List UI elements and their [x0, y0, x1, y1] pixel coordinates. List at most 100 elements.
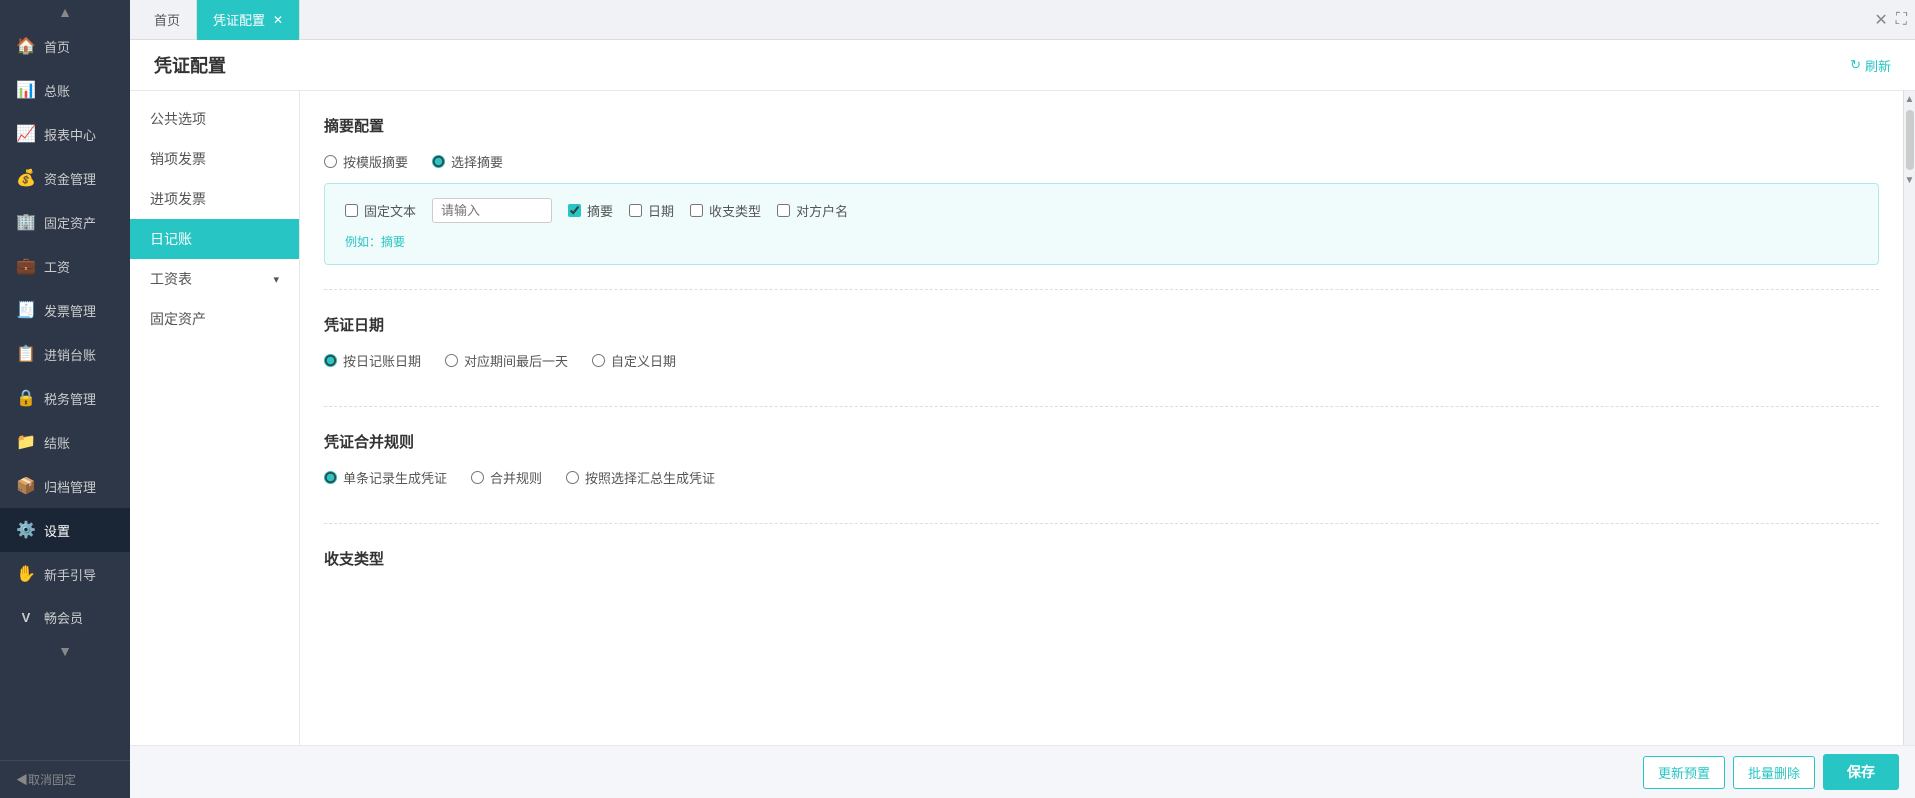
merge-rule-label: 合并规则: [490, 468, 542, 487]
tab-bar: 首页 凭证配置 ✕ ✕ ⛶: [130, 0, 1915, 40]
sidebar-scroll-down[interactable]: ▼: [0, 639, 130, 663]
left-nav-item-payroll-label: 工资表: [150, 269, 192, 289]
counterpart-label: 对方户名: [796, 201, 848, 220]
select-merge-radio[interactable]: [566, 471, 579, 484]
income-type-section-title: 收支类型: [324, 548, 1879, 569]
sidebar-unpin[interactable]: ◀取消固定: [0, 760, 130, 798]
voucher-date-radio-group: 按日记账日期 对应期间最后一天 自定义日期: [324, 351, 1879, 370]
tab-close-icon[interactable]: ✕: [273, 13, 283, 27]
scroll-thumb[interactable]: [1906, 110, 1914, 170]
single-record-radio-label[interactable]: 单条记录生成凭证: [324, 468, 447, 487]
summary-checkbox[interactable]: [568, 204, 581, 217]
left-nav-item-fixed-assets[interactable]: 固定资产: [130, 299, 299, 339]
select-summary-radio[interactable]: [432, 155, 445, 168]
summary-radio-group: 按模版摘要 选择摘要: [324, 152, 1879, 171]
sidebar-item-salary[interactable]: 💼 工资: [0, 244, 130, 288]
last-day-radio[interactable]: [445, 354, 458, 367]
left-nav-item-journal-label: 日记账: [150, 229, 192, 249]
update-preview-button[interactable]: 更新预置: [1643, 756, 1725, 789]
template-summary-radio-label[interactable]: 按模版摘要: [324, 152, 408, 171]
income-type-checkbox-label[interactable]: 收支类型: [690, 201, 761, 220]
summary-label: 摘要: [587, 201, 613, 220]
journal-date-radio[interactable]: [324, 354, 337, 367]
tab-close-window-button[interactable]: ✕: [1874, 10, 1887, 30]
sidebar-item-home[interactable]: 🏠 首页: [0, 24, 130, 68]
sidebar-item-invoice-mgmt[interactable]: 🧾 发票管理: [0, 288, 130, 332]
page-header: 凭证配置 ↻ 刷新: [130, 40, 1915, 91]
voucher-date-title: 凭证日期: [324, 314, 1879, 335]
date-checkbox-label[interactable]: 日期: [629, 201, 674, 220]
left-nav-item-purchase-invoice[interactable]: 进项发票: [130, 179, 299, 219]
income-type-checkbox[interactable]: [690, 204, 703, 217]
sidebar-item-member[interactable]: V 畅会员: [0, 596, 130, 639]
select-summary-radio-label[interactable]: 选择摘要: [432, 152, 503, 171]
scroll-up-arrow[interactable]: ▲: [1904, 91, 1915, 108]
select-merge-radio-label[interactable]: 按照选择汇总生成凭证: [566, 468, 715, 487]
fixed-text-checkbox-label[interactable]: 固定文本: [345, 201, 416, 220]
sidebar-item-label: 固定资产: [44, 213, 96, 232]
custom-date-radio-label[interactable]: 自定义日期: [592, 351, 676, 370]
home-icon: 🏠: [16, 36, 36, 56]
tab-home-label: 首页: [154, 10, 180, 29]
archive-icon: 📦: [16, 476, 36, 496]
sidebar-item-label: 报表中心: [44, 125, 96, 144]
counterpart-checkbox[interactable]: [777, 204, 790, 217]
tab-expand-button[interactable]: ⛶: [1896, 11, 1907, 29]
left-nav-item-sales-invoice[interactable]: 销项发票: [130, 139, 299, 179]
sidebar-item-label: 进销台账: [44, 345, 96, 364]
single-record-radio[interactable]: [324, 471, 337, 484]
salary-icon: 💼: [16, 256, 36, 276]
summary-example: 例如：摘要: [345, 233, 1858, 250]
sidebar-item-archive[interactable]: 📦 归档管理: [0, 464, 130, 508]
left-nav-item-public[interactable]: 公共选项: [130, 99, 299, 139]
refresh-button[interactable]: ↻ 刷新: [1850, 56, 1891, 75]
template-summary-label: 按模版摘要: [343, 152, 408, 171]
page-title: 凭证配置: [154, 52, 226, 78]
save-button[interactable]: 保存: [1823, 754, 1899, 790]
tab-voucher-config-label: 凭证配置: [213, 10, 265, 29]
custom-date-radio[interactable]: [592, 354, 605, 367]
sidebar-item-purchase-ledger[interactable]: 📋 进销台账: [0, 332, 130, 376]
refresh-label: 刷新: [1865, 56, 1891, 75]
scroll-down-arrow[interactable]: ▼: [1904, 172, 1915, 189]
journal-date-radio-label[interactable]: 按日记账日期: [324, 351, 421, 370]
counterpart-checkbox-label[interactable]: 对方户名: [777, 201, 848, 220]
sidebar-item-settings[interactable]: ⚙️ 设置: [0, 508, 130, 552]
sidebar-item-tax[interactable]: 🔒 税务管理: [0, 376, 130, 420]
fixed-text-label: 固定文本: [364, 201, 416, 220]
sidebar: ▲ 🏠 首页 📊 总账 📈 报表中心 💰 资金管理 🏢 固定资产 💼 工资 🧾 …: [0, 0, 130, 798]
sidebar-item-assets[interactable]: 🏢 固定资产: [0, 200, 130, 244]
tab-home[interactable]: 首页: [138, 0, 197, 40]
sidebar-item-ledger[interactable]: 📊 总账: [0, 68, 130, 112]
sidebar-item-label: 归档管理: [44, 477, 96, 496]
fixed-text-checkbox[interactable]: [345, 204, 358, 217]
summary-config-box: 固定文本 摘要 日期 收支类型: [324, 183, 1879, 265]
merge-rule-section: 凭证合并规则 单条记录生成凭证 合并规则 按照选择汇总生成凭证: [324, 431, 1879, 524]
tab-voucher-config[interactable]: 凭证配置 ✕: [197, 0, 300, 40]
left-nav-item-payroll[interactable]: 工资表 ▾: [130, 259, 299, 299]
batch-delete-button[interactable]: 批量删除: [1733, 756, 1815, 789]
merge-rule-radio-label-opt[interactable]: 合并规则: [471, 468, 542, 487]
income-type-section: 收支类型: [324, 548, 1879, 609]
member-icon: V: [16, 610, 36, 625]
sidebar-scroll-up[interactable]: ▲: [0, 0, 130, 24]
chevron-down-icon: ▾: [273, 273, 279, 286]
sidebar-item-guide[interactable]: ✋ 新手引导: [0, 552, 130, 596]
content-layout: 公共选项 销项发票 进项发票 日记账 工资表 ▾ 固定资产 摘要配置: [130, 91, 1915, 745]
ledger-icon: 📊: [16, 80, 36, 100]
merge-rule-radio[interactable]: [471, 471, 484, 484]
date-checkbox[interactable]: [629, 204, 642, 217]
sidebar-item-funds[interactable]: 💰 资金管理: [0, 156, 130, 200]
template-summary-radio[interactable]: [324, 155, 337, 168]
sidebar-item-reports[interactable]: 📈 报表中心: [0, 112, 130, 156]
sidebar-item-close[interactable]: 📁 结账: [0, 420, 130, 464]
purchase-ledger-icon: 📋: [16, 344, 36, 364]
last-day-label: 对应期间最后一天: [464, 351, 568, 370]
custom-date-label: 自定义日期: [611, 351, 676, 370]
last-day-radio-label[interactable]: 对应期间最后一天: [445, 351, 568, 370]
income-type-label: 收支类型: [709, 201, 761, 220]
summary-checkbox-label[interactable]: 摘要: [568, 201, 613, 220]
summary-config-section: 摘要配置 按模版摘要 选择摘要 固定文本: [324, 115, 1879, 290]
fixed-text-input[interactable]: [432, 198, 552, 223]
left-nav-item-journal[interactable]: 日记账: [130, 219, 299, 259]
